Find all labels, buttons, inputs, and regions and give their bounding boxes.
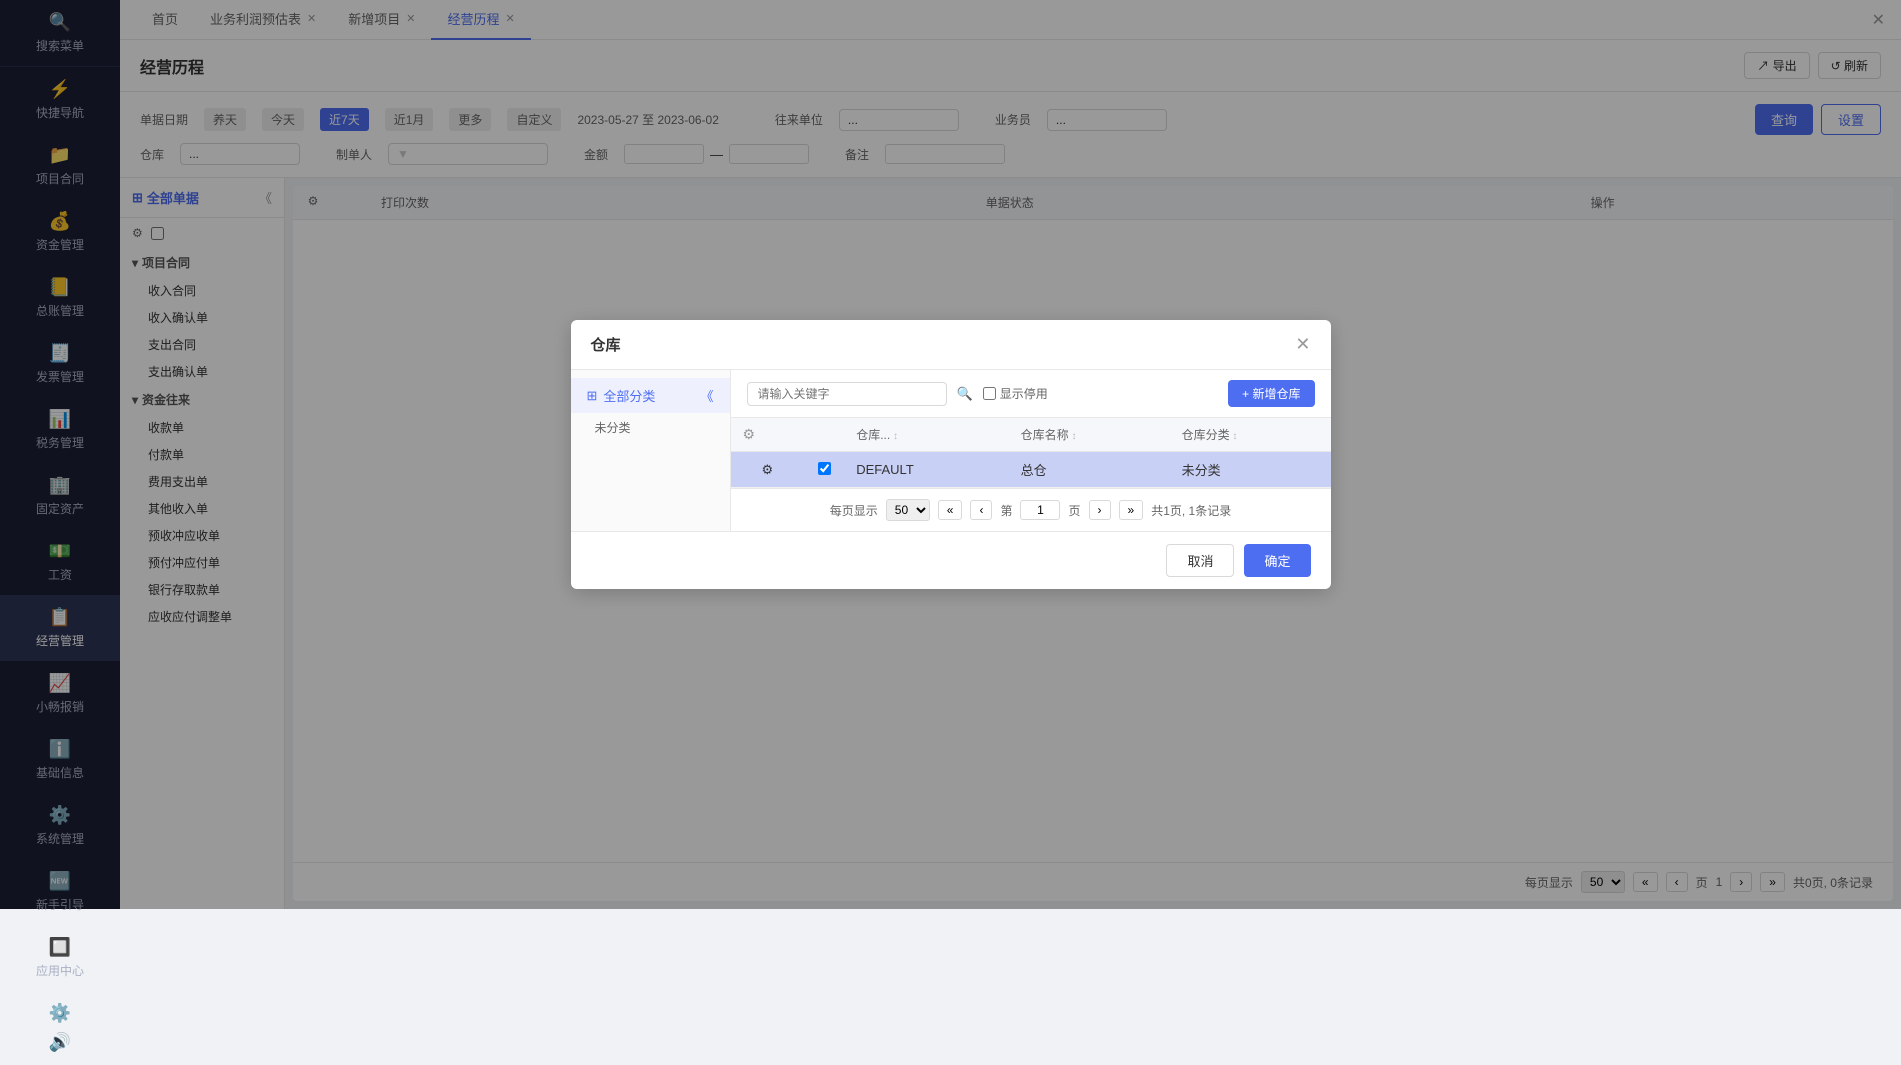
modal-total-label: 共1页, 1条记录	[1151, 502, 1231, 519]
show-disabled-checkbox[interactable]	[983, 387, 996, 400]
modal-page-label: 第	[1000, 502, 1012, 519]
modal-first-page-button[interactable]: «	[938, 500, 963, 520]
modal-sidebar-all[interactable]: ⊞ 全部分类 《	[571, 378, 730, 413]
modal-page-input[interactable]	[1020, 500, 1060, 520]
modal-table: ⚙ 仓库... 仓库名称 仓库分类 ⚙ DEF	[731, 418, 1331, 488]
show-disabled-label: 显示停用	[983, 385, 1048, 402]
modal-overlay[interactable]: 仓库 ✕ ⊞ 全部分类 《 未分类 🔍	[0, 0, 1901, 909]
row-check[interactable]	[804, 452, 844, 488]
col-settings-th[interactable]: ⚙	[731, 418, 805, 452]
row-settings[interactable]: ⚙	[731, 452, 805, 488]
add-warehouse-button[interactable]: + 新增仓库	[1228, 380, 1314, 407]
modal-pagination: 每页显示 50 « ‹ 第 页 › » 共1页, 1条记录	[731, 488, 1331, 531]
row-checkbox[interactable]	[818, 462, 831, 475]
cancel-button[interactable]: 取消	[1166, 544, 1234, 577]
modal-body: ⊞ 全部分类 《 未分类 🔍 显示停用 + 新增仓库	[571, 370, 1331, 531]
col-check-th	[804, 418, 844, 452]
volume-icon[interactable]: 🔊	[49, 1032, 71, 1053]
gear-icon: ⚙	[743, 426, 756, 442]
col-category-th[interactable]: 仓库分类	[1170, 418, 1331, 452]
modal-sidebar-all-label: 全部分类	[603, 386, 655, 405]
modal-prev-page-button[interactable]: ‹	[970, 500, 992, 520]
settings-icon[interactable]: ⚙️	[49, 1003, 71, 1024]
modal-sidebar-unclassified[interactable]: 未分类	[571, 413, 730, 442]
modal-toolbar: 🔍 显示停用 + 新增仓库	[731, 370, 1331, 418]
modal-search-input[interactable]	[747, 382, 947, 406]
grid-small-icon: ⊞	[587, 388, 598, 404]
modal-footer: 取消 确定	[571, 531, 1331, 589]
row-category: 未分类	[1170, 452, 1331, 488]
sidebar-collapse-icon[interactable]: 《	[700, 386, 713, 405]
row-code: DEFAULT	[844, 452, 1008, 488]
modal-main-content: 🔍 显示停用 + 新增仓库 ⚙	[731, 370, 1331, 531]
row-name: 总仓	[1009, 452, 1170, 488]
modal-search-icon[interactable]: 🔍	[957, 386, 973, 402]
app-center-icon: 🔲	[49, 937, 71, 958]
modal-page-suffix: 页	[1068, 502, 1080, 519]
modal-header: 仓库 ✕	[571, 320, 1331, 370]
modal-sidebar: ⊞ 全部分类 《 未分类	[571, 370, 731, 531]
sidebar-item-label: 应用中心	[36, 962, 84, 979]
modal-close-button[interactable]: ✕	[1295, 334, 1310, 355]
modal-next-page-button[interactable]: ›	[1089, 500, 1111, 520]
confirm-button[interactable]: 确定	[1244, 544, 1310, 577]
show-disabled-text: 显示停用	[1000, 385, 1048, 402]
table-row[interactable]: ⚙ DEFAULT 总仓 未分类	[731, 452, 1331, 488]
warehouse-modal: 仓库 ✕ ⊞ 全部分类 《 未分类 🔍	[571, 320, 1331, 589]
modal-title: 仓库	[591, 334, 621, 355]
modal-per-page-select[interactable]: 50	[886, 499, 930, 521]
sidebar-bottom: ⚙️ 🔊	[0, 991, 120, 1065]
col-code-th[interactable]: 仓库...	[844, 418, 1008, 452]
modal-per-page-label: 每页显示	[830, 502, 878, 519]
sidebar-item-app-center[interactable]: 🔲 应用中心	[0, 925, 120, 991]
modal-last-page-button[interactable]: »	[1119, 500, 1144, 520]
col-name-th[interactable]: 仓库名称	[1009, 418, 1170, 452]
